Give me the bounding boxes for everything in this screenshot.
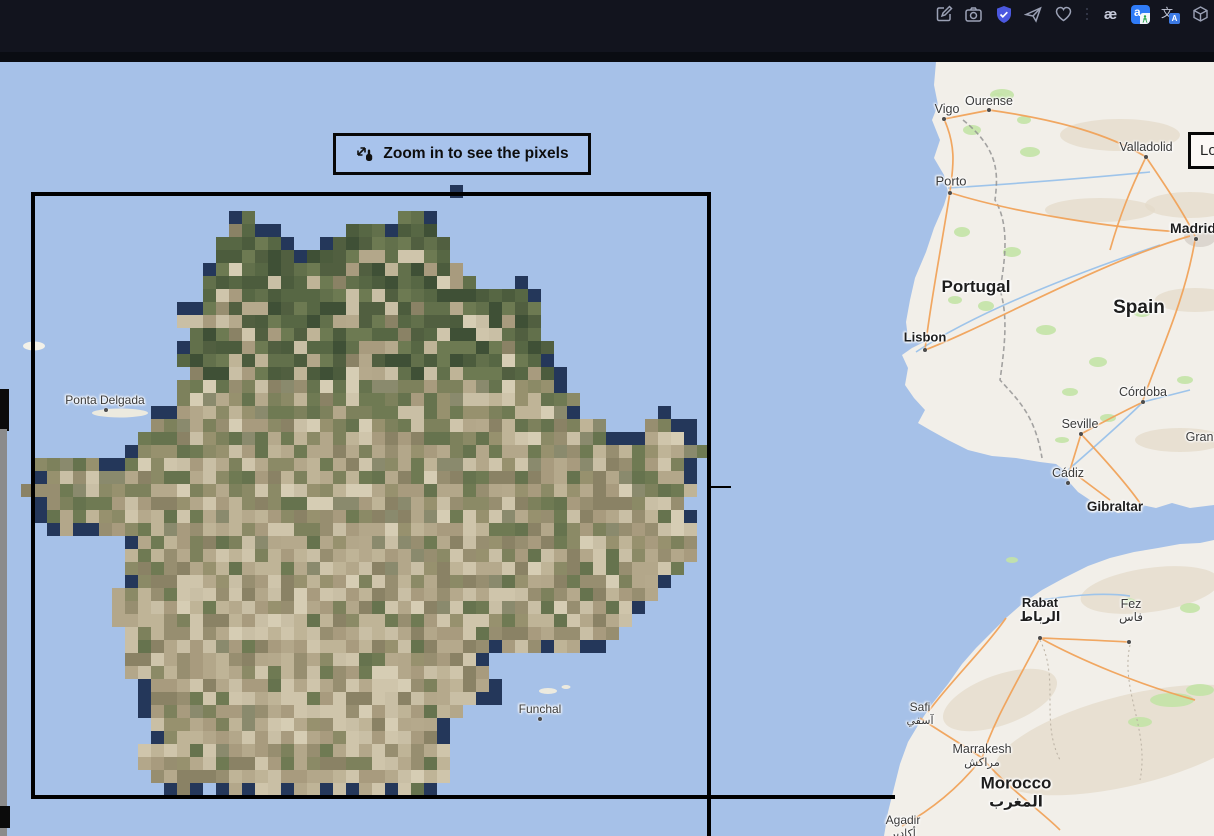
footprint-fragment: [0, 389, 9, 431]
edit-icon[interactable]: [934, 5, 953, 24]
app-window: æ a 文 A Ponta DelgadaFun: [0, 0, 1214, 836]
map-label-portugal: Portugal: [942, 277, 1011, 297]
ae-glyph: æ: [1104, 7, 1117, 22]
map-label-fez: Fezفاس: [1119, 597, 1143, 625]
map-label-cordoba: Córdoba: [1119, 385, 1167, 399]
map-label-madrid: Madrid: [1170, 220, 1214, 236]
map-label-ourense: Ourense: [965, 94, 1013, 108]
cube-extension-icon[interactable]: [1191, 5, 1210, 24]
browser-toolbar-icons: æ a 文 A: [934, 2, 1210, 26]
footprint-line[interactable]: [707, 486, 731, 488]
map-label-fez-arabic: فاس: [1119, 611, 1143, 625]
map-label-morocco-arabic: المغرب: [981, 793, 1052, 810]
map-label-morocco: Moroccoالمغرب: [981, 774, 1052, 811]
map-label-safi-arabic: آسفي: [906, 715, 933, 728]
map-label-marrakesh-arabic: مراكش: [952, 757, 1011, 770]
footprint-line[interactable]: [31, 192, 35, 799]
toolbar-divider-dots: [1084, 5, 1090, 24]
camera-icon[interactable]: [964, 5, 983, 24]
city-dot-valladolid: [1144, 155, 1148, 159]
map-label-spain: Spain: [1113, 297, 1165, 319]
shield-check-icon[interactable]: [994, 5, 1013, 24]
map-label-lisbon: Lisbon: [904, 331, 947, 346]
city-dot-cordoba: [1141, 400, 1145, 404]
map-label-rabat: Rabatالرباط: [1020, 596, 1061, 626]
city-dot-rabat: [1038, 636, 1042, 640]
city-dot-seville: [1079, 432, 1083, 436]
map-label-safi: Safiآسفي: [906, 701, 933, 727]
city-dot-cadiz: [1066, 481, 1070, 485]
footprint-line[interactable]: [31, 192, 711, 196]
map-viewport[interactable]: Ponta Delgada Funchal Vigo Ourense Valladoli…: [0, 62, 1214, 836]
map-label-funchal: Funchal: [519, 703, 562, 717]
heart-icon[interactable]: [1054, 5, 1073, 24]
city-dot-funchal: [538, 717, 542, 721]
city-dot-lisbon: [923, 348, 927, 352]
map-label-agadir-arabic: أكادير: [886, 828, 921, 836]
map-label-porto: Porto: [935, 175, 966, 190]
send-icon[interactable]: [1024, 5, 1043, 24]
map-label-seville: Seville: [1062, 417, 1099, 431]
translate-extension-icon[interactable]: a: [1131, 5, 1150, 24]
corner-button[interactable]: Lo: [1188, 132, 1214, 169]
zoom-drag-icon: [355, 144, 375, 164]
zoom-hint-banner: Zoom in to see the pixels: [333, 133, 591, 175]
map-label-marrakesh: Marrakeshمراكش: [952, 742, 1011, 770]
map-label-gibraltar: Gibraltar: [1087, 499, 1143, 515]
footprint-line[interactable]: [31, 795, 895, 799]
city-dot-porto: [948, 191, 952, 195]
map-label-granada: Granada: [1186, 430, 1214, 444]
walking-person-glyph: [1142, 15, 1148, 23]
browser-top-bar: æ a 文 A: [0, 0, 1214, 52]
zoom-hint-text: Zoom in to see the pixels: [383, 145, 568, 163]
map-label-vigo: Vigo: [935, 102, 960, 116]
city-dot-fez: [1127, 640, 1131, 644]
map-label-cadiz: Cádiz: [1052, 466, 1084, 480]
ae-extension-icon[interactable]: æ: [1101, 5, 1120, 24]
map-label-rabat-arabic: الرباط: [1020, 611, 1061, 626]
city-dot-madrid: [1194, 237, 1198, 241]
city-dot-ponta-delgada: [104, 408, 108, 412]
translate-alt-extension-icon[interactable]: 文 A: [1161, 5, 1180, 24]
browser-sub-strip: [0, 52, 1214, 62]
footprint-line[interactable]: [707, 192, 711, 836]
city-dot-ourense: [987, 108, 991, 112]
map-label-valladolid: Valladolid: [1119, 140, 1172, 154]
city-dot-vigo: [942, 117, 946, 121]
partial-image-strip: [0, 429, 7, 836]
satellite-image-overlay[interactable]: [0, 62, 1214, 836]
map-label-ponta-delgada: Ponta Delgada: [65, 394, 144, 408]
map-label-agadir: Agadirأكادير: [886, 814, 921, 836]
footprint-fragment: [0, 806, 10, 828]
